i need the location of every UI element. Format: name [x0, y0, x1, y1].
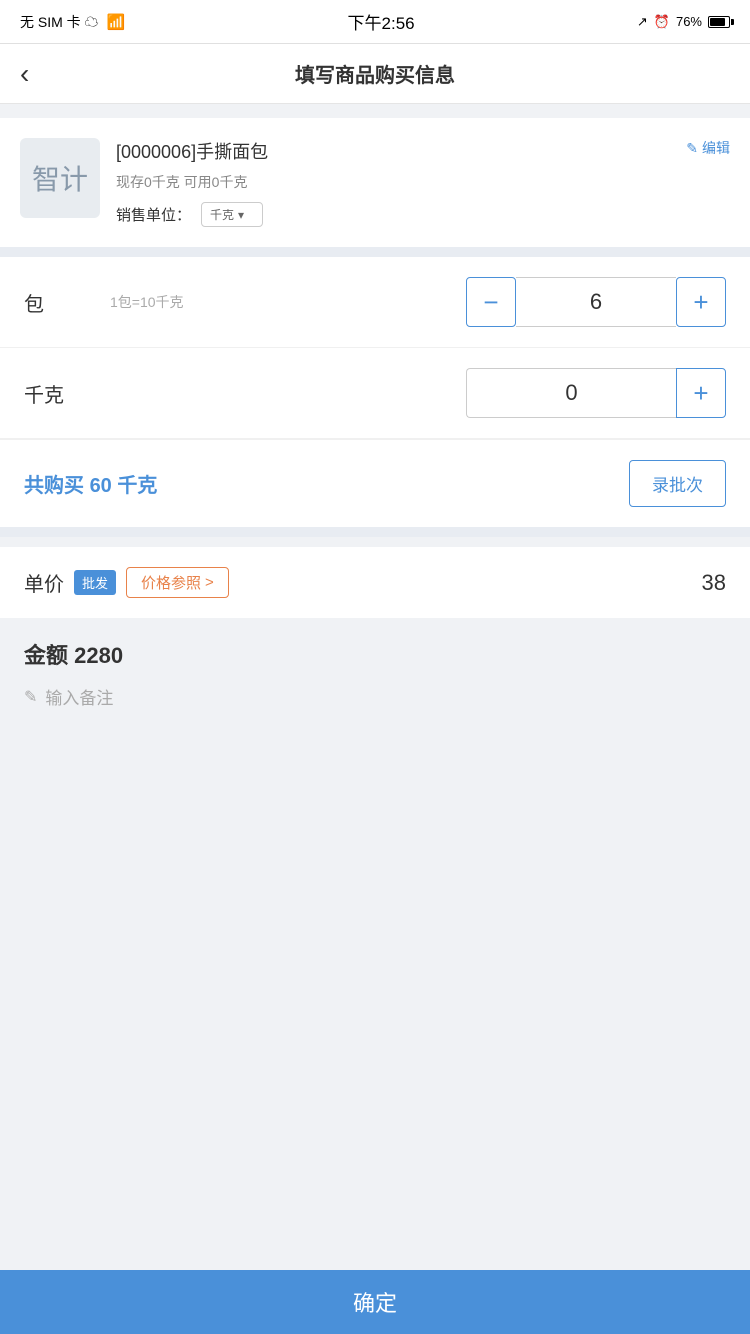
dropdown-icon: ▾: [238, 208, 244, 222]
product-logo: 智计: [32, 158, 88, 198]
nav-bar: ‹ 填写商品购买信息: [0, 44, 750, 104]
quantity-input-bag[interactable]: [516, 277, 676, 327]
status-time: 下午2:56: [348, 9, 415, 34]
quantity-section: 包 1包=10千克 − + 千克 +: [0, 257, 750, 439]
divider-2: [0, 527, 750, 537]
product-stock: 现存0千克 可用0千克: [116, 172, 730, 192]
total-unit: 千克: [117, 475, 157, 497]
edit-icon: ✎: [686, 140, 698, 157]
price-tag: 批发: [74, 570, 116, 595]
quantity-input-kg[interactable]: [466, 368, 676, 418]
sim-label: 无 SIM 卡 ☁: [20, 12, 99, 32]
price-value: 38: [702, 570, 726, 596]
product-image: 智计: [20, 138, 100, 218]
location-icon: ↗: [637, 14, 648, 30]
alarm-icon: ⏰: [654, 14, 670, 30]
batch-button[interactable]: 录批次: [629, 460, 726, 507]
empty-space: [0, 719, 750, 919]
remark-row[interactable]: ✎ 输入备注: [24, 684, 726, 709]
amount-label: 金额: [24, 643, 68, 668]
product-name: [0000006]手撕面包: [116, 138, 730, 164]
edit-label: 编辑: [702, 138, 730, 158]
unit-label-bag: 包: [24, 288, 104, 317]
remark-placeholder: 输入备注: [45, 684, 113, 709]
price-label: 单价: [24, 568, 64, 597]
price-section: 单价 批发 价格参照 > 38: [0, 547, 750, 618]
product-card: 智计 [0000006]手撕面包 现存0千克 可用0千克 销售单位： 千克 ▾ …: [0, 118, 750, 247]
amount-row: 金额 2280: [24, 638, 726, 670]
divider-1: [0, 247, 750, 257]
quantity-row-kg: 千克 +: [0, 348, 750, 439]
price-ref-arrow: >: [205, 574, 214, 591]
product-info: [0000006]手撕面包 现存0千克 可用0千克 销售单位： 千克 ▾: [116, 138, 730, 227]
price-ref-label: 价格参照: [141, 572, 201, 593]
plus-icon-kg: +: [693, 378, 708, 409]
status-right: ↗ ⏰ 76%: [637, 14, 730, 30]
back-button[interactable]: ‹: [20, 58, 60, 90]
minus-icon: −: [483, 287, 498, 318]
total-amount: 60: [90, 475, 112, 497]
price-ref-button[interactable]: 价格参照 >: [126, 567, 229, 598]
unit-label-kg: 千克: [24, 379, 104, 408]
total-row: 共购买 60 千克 录批次: [0, 439, 750, 527]
unit-select[interactable]: 千克 ▾: [201, 202, 263, 227]
quantity-row-bag: 包 1包=10千克 − +: [0, 257, 750, 348]
confirm-button[interactable]: 确定: [0, 1270, 750, 1334]
status-left: 无 SIM 卡 ☁ 📶: [20, 12, 125, 32]
unit-label: 销售单位：: [116, 204, 191, 225]
amount-section: 金额 2280 ✎ 输入备注: [0, 618, 750, 719]
battery-icon: [708, 16, 730, 28]
battery-percent: 76%: [676, 14, 702, 29]
product-unit-row: 销售单位： 千克 ▾: [116, 202, 730, 227]
total-text: 共购买: [24, 475, 90, 497]
unit-sublabel-bag: 1包=10千克: [110, 292, 466, 312]
status-bar: 无 SIM 卡 ☁ 📶 下午2:56 ↗ ⏰ 76%: [0, 0, 750, 44]
total-label: 共购买 60 千克: [24, 469, 157, 498]
edit-button[interactable]: ✎ 编辑: [686, 138, 730, 158]
plus-button-bag[interactable]: +: [676, 277, 726, 327]
plus-icon: +: [693, 287, 708, 318]
unit-value: 千克: [210, 206, 234, 223]
pencil-icon: ✎: [24, 687, 37, 707]
plus-button-kg[interactable]: +: [676, 368, 726, 418]
quantity-control-bag: − +: [466, 277, 726, 327]
amount-value: 2280: [74, 643, 123, 668]
quantity-control-kg: +: [466, 368, 726, 418]
wifi-icon: 📶: [107, 13, 126, 31]
page-title: 填写商品购买信息: [295, 59, 455, 88]
minus-button-bag[interactable]: −: [466, 277, 516, 327]
